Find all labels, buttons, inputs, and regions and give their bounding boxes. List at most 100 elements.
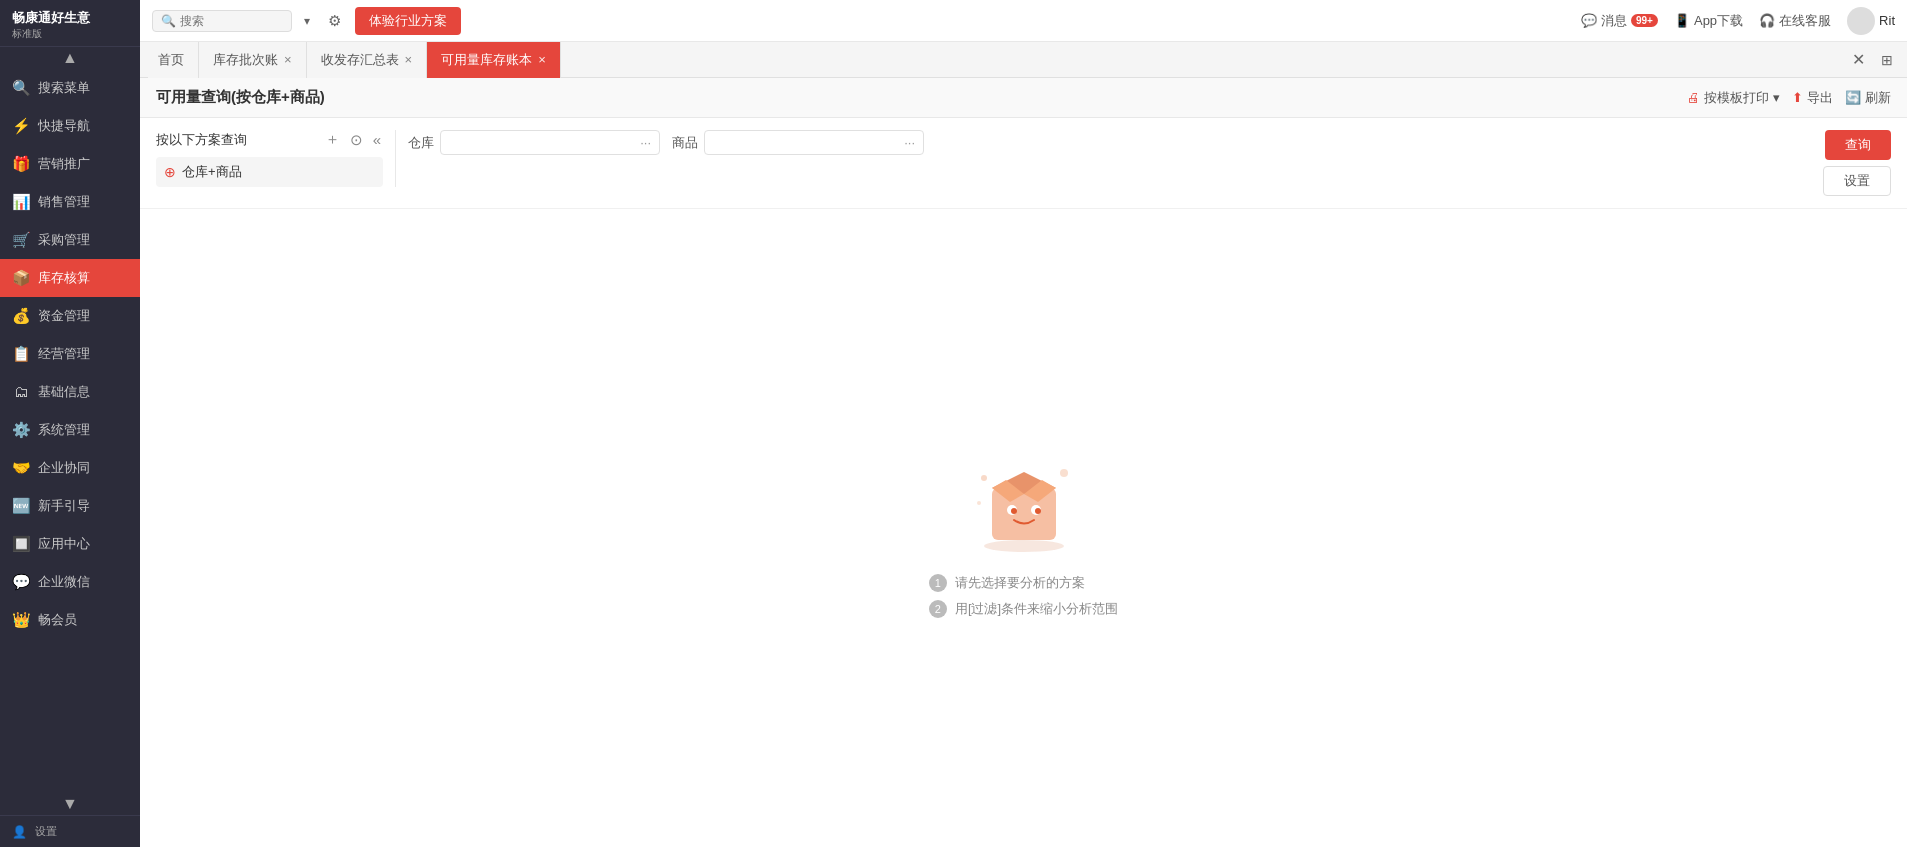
svg-point-11 [977,501,981,505]
sidebar-logo: 畅康通好生意 标准版 [0,0,140,47]
warehouse-input-wrapper: ··· [440,130,660,155]
scheme-actions: ＋ ⊙ « [323,130,383,149]
top-header: 🔍 ▾ ⚙ 体验行业方案 💬 消息 99+ 📱 App下载 🎧 在线客服 Rit [140,0,1907,42]
refresh-icon: 🔄 [1845,90,1861,105]
tip-number-2: 2 [929,600,947,618]
query-btn[interactable]: 查询 [1825,130,1891,160]
main-area: 🔍 ▾ ⚙ 体验行业方案 💬 消息 99+ 📱 App下载 🎧 在线客服 Rit [140,0,1907,847]
goods-label: 商品 [672,134,698,152]
title-actions: 🖨 按模板打印 ▾ ⬆ 导出 🔄 刷新 [1687,89,1891,107]
warehouse-input[interactable] [449,135,636,150]
svg-point-9 [981,475,987,481]
scheme-settings-btn[interactable]: ⊙ [348,131,365,149]
page-title: 可用量查询(按仓库+商品) [156,88,325,107]
chart-icon: 📊 [12,193,30,211]
print-btn[interactable]: 🖨 按模板打印 ▾ [1687,89,1780,107]
new-icon: 🆕 [12,497,30,515]
page-title-bar: 可用量查询(按仓库+商品) 🖨 按模板打印 ▾ ⬆ 导出 🔄 刷新 [140,78,1907,118]
query-fields: 仓库 ··· 商品 ··· [408,130,1811,155]
sidebar-scroll-down[interactable]: ▼ [0,793,140,815]
tabs-bar: 首页 库存批次账 × 收发存汇总表 × 可用量库存账本 × ✕ ⊞ [140,42,1907,78]
print-icon: 🖨 [1687,90,1700,105]
empty-tip-1: 1 请先选择要分析的方案 [929,574,1118,592]
scheme-item[interactable]: ⊕ 仓库+商品 [156,157,383,187]
sidebar-item-sales[interactable]: 📊 销售管理 [0,183,140,221]
header-app-download[interactable]: 📱 App下载 [1674,12,1743,30]
sidebar-item-marketing[interactable]: 🎁 营销推广 [0,145,140,183]
tab-available[interactable]: 可用量库存账本 × [427,42,561,78]
headset-icon: 🎧 [1759,13,1775,28]
empty-tip-2: 2 用[过滤]条件来缩小分析范围 [929,600,1118,618]
sidebar-item-member[interactable]: 👑 畅会员 [0,601,140,639]
scheme-add-btn[interactable]: ＋ [323,130,342,149]
warehouse-field-group: 仓库 ··· [408,130,660,155]
content-area: 可用量查询(按仓库+商品) 🖨 按模板打印 ▾ ⬆ 导出 🔄 刷新 [140,78,1907,847]
scheme-collapse-btn[interactable]: « [371,131,383,148]
query-scheme-panel: 按以下方案查询 ＋ ⊙ « ⊕ 仓库+商品 [156,130,396,187]
trial-btn[interactable]: 体验行业方案 [355,7,461,35]
sidebar-item-shortcut[interactable]: ⚡ 快捷导航 [0,107,140,145]
sidebar-item-newbie[interactable]: 🆕 新手引导 [0,487,140,525]
tabs-expand-btn[interactable]: ⊞ [1875,50,1899,70]
apps-icon: 🔲 [12,535,30,553]
sidebar-item-funds[interactable]: 💰 资金管理 [0,297,140,335]
svg-point-10 [1060,469,1068,477]
sidebar-item-inventory[interactable]: 📦 库存核算 [0,259,140,297]
cart-icon: 🛒 [12,231,30,249]
goods-field-group: 商品 ··· [672,130,924,155]
box-icon: 📦 [12,269,30,287]
tab-batch-close[interactable]: × [284,53,292,66]
query-settings-btn[interactable]: 设置 [1823,166,1891,196]
sidebar-item-operations[interactable]: 📋 经营管理 [0,335,140,373]
gear-icon: ⚙️ [12,421,30,439]
tab-home[interactable]: 首页 [148,42,199,78]
empty-illustration [964,438,1084,558]
search-icon: 🔍 [12,79,30,97]
sidebar-scroll-up[interactable]: ▲ [0,47,140,69]
sidebar-item-system[interactable]: ⚙️ 系统管理 [0,411,140,449]
goods-dots-btn[interactable]: ··· [904,135,915,150]
query-area: 按以下方案查询 ＋ ⊙ « ⊕ 仓库+商品 仓库 [140,118,1907,209]
bottom-icon: 👤 [12,825,27,839]
sidebar-item-search[interactable]: 🔍 搜索菜单 [0,69,140,107]
svg-rect-1 [992,488,1056,540]
money-icon: 💰 [12,307,30,325]
svg-point-0 [984,540,1064,552]
tab-batch[interactable]: 库存批次账 × [199,42,307,78]
empty-tips: 1 请先选择要分析的方案 2 用[过滤]条件来缩小分析范围 [929,574,1118,618]
header-search-box[interactable]: 🔍 [152,10,292,32]
handshake-icon: 🤝 [12,459,30,477]
search-icon: 🔍 [161,14,176,28]
header-user[interactable]: Rit [1847,7,1895,35]
warehouse-dots-btn[interactable]: ··· [640,135,651,150]
sidebar-item-apps[interactable]: 🔲 应用中心 [0,525,140,563]
sidebar-bottom: 👤 设置 [0,815,140,847]
print-dropdown-icon[interactable]: ▾ [1773,90,1780,105]
tab-summary[interactable]: 收发存汇总表 × [307,42,428,78]
header-dropdown-btn[interactable]: ▾ [300,12,314,30]
avatar [1847,7,1875,35]
sidebar-item-purchase[interactable]: 🛒 采购管理 [0,221,140,259]
query-scheme-header: 按以下方案查询 ＋ ⊙ « [156,130,383,149]
header-message[interactable]: 💬 消息 99+ [1581,12,1658,30]
sidebar-item-basic[interactable]: 🗂 基础信息 [0,373,140,411]
message-badge: 99+ [1631,14,1658,27]
empty-state: 1 请先选择要分析的方案 2 用[过滤]条件来缩小分析范围 [140,209,1907,847]
sidebar-item-wechat[interactable]: 💬 企业微信 [0,563,140,601]
tabs-close-all-btn[interactable]: ✕ [1846,48,1871,71]
gift-icon: 🎁 [12,155,30,173]
shortcut-icon: ⚡ [12,117,30,135]
header-right: 💬 消息 99+ 📱 App下载 🎧 在线客服 Rit [1581,7,1895,35]
export-btn[interactable]: ⬆ 导出 [1792,89,1833,107]
tab-summary-close[interactable]: × [405,53,413,66]
sidebar-item-enterprise[interactable]: 🤝 企业协同 [0,449,140,487]
goods-input-wrapper: ··· [704,130,924,155]
crown-icon: 👑 [12,611,30,629]
header-customer-service[interactable]: 🎧 在线客服 [1759,12,1831,30]
tab-available-close[interactable]: × [538,53,546,66]
refresh-btn[interactable]: 🔄 刷新 [1845,89,1891,107]
tabs-right-actions: ✕ ⊞ [1846,48,1899,71]
header-search-input[interactable] [180,14,283,28]
header-gear-btn[interactable]: ⚙ [322,10,347,32]
goods-input[interactable] [713,135,900,150]
